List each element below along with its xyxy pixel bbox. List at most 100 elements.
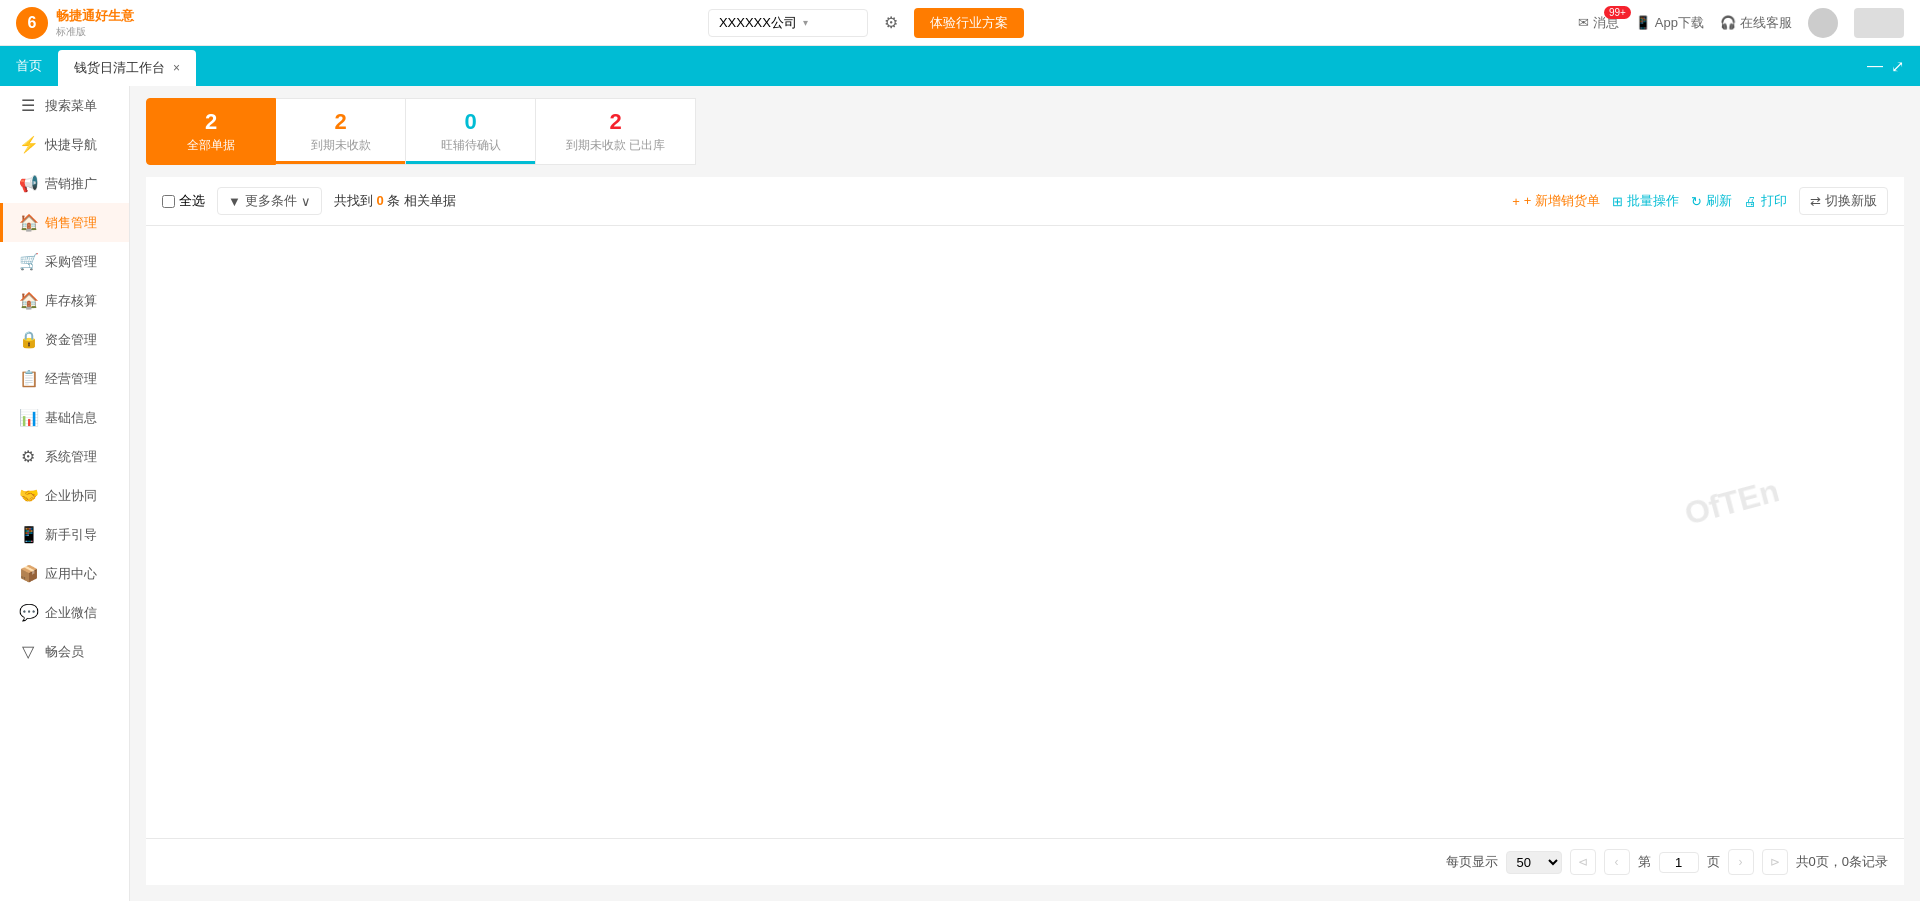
batch-operation-button[interactable]: ⊞ 批量操作 <box>1612 192 1679 210</box>
select-all-input[interactable] <box>162 195 175 208</box>
per-page-select[interactable]: 20 50 100 200 <box>1506 851 1562 874</box>
last-page-button[interactable]: ⊳ <box>1762 849 1788 875</box>
new-guide-icon: 📱 <box>19 525 37 544</box>
stat-tab-all[interactable]: 2 全部单据 <box>146 98 276 165</box>
toolbar: 全选 ▼ 更多条件 ∨ 共找到 0 条 相关单据 + + 新增销货单 <box>146 177 1904 226</box>
page-unit: 页 <box>1707 853 1720 871</box>
sidebar-label-quick-nav: 快捷导航 <box>45 136 97 154</box>
page-number-input[interactable] <box>1659 852 1699 873</box>
batch-label: 批量操作 <box>1627 192 1679 210</box>
sidebar-label-search-menu: 搜索菜单 <box>45 97 97 115</box>
stat-tab-wangwang[interactable]: 0 旺辅待确认 <box>406 98 536 165</box>
refresh-button[interactable]: ↻ 刷新 <box>1691 192 1732 210</box>
sidebar-item-new-guide[interactable]: 📱 新手引导 <box>0 515 129 554</box>
sidebar-item-inventory[interactable]: 🏠 库存核算 <box>0 281 129 320</box>
print-button[interactable]: 🖨 打印 <box>1744 192 1787 210</box>
switch-version-button[interactable]: ⇄ 切换新版 <box>1799 187 1888 215</box>
sidebar-item-base-info[interactable]: 📊 基础信息 <box>0 398 129 437</box>
stats-tabs: 2 全部单据 2 到期未收款 0 旺辅待确认 2 到期未收款 已出库 <box>130 86 1920 165</box>
message-icon: ✉ <box>1578 15 1589 30</box>
sidebar-label-enterprise-wechat: 企业微信 <box>45 604 97 622</box>
stat-count-overdue-unpaid: 2 <box>296 109 385 135</box>
enterprise-wechat-icon: 💬 <box>19 603 37 622</box>
prev-page-button[interactable]: ‹ <box>1604 849 1630 875</box>
logo-text: 畅捷通好生意 标准版 <box>56 7 134 39</box>
table-area <box>162 226 1888 838</box>
logo-title: 畅捷通好生意 <box>56 7 134 25</box>
tab-active[interactable]: 钱货日清工作台 × <box>58 50 196 86</box>
marketing-icon: 📢 <box>19 174 37 193</box>
app-download-button[interactable]: 📱 App下载 <box>1635 14 1704 32</box>
sidebar-item-quick-nav[interactable]: ⚡ 快捷导航 <box>0 125 129 164</box>
online-service-label: 在线客服 <box>1740 14 1792 32</box>
print-label: 打印 <box>1761 192 1787 210</box>
tab-maximize-icon[interactable]: ⤢ <box>1891 57 1904 76</box>
sidebar-label-base-info: 基础信息 <box>45 409 97 427</box>
first-page-button[interactable]: ⊲ <box>1570 849 1596 875</box>
sidebar-label-inventory: 库存核算 <box>45 292 97 310</box>
enterprise-coop-icon: 🤝 <box>19 486 37 505</box>
inventory-icon: 🏠 <box>19 291 37 310</box>
tab-home[interactable]: 首页 <box>0 46 58 86</box>
tab-minimize-icon[interactable]: — <box>1867 57 1883 75</box>
stat-count-overdue-not-shipped: 2 <box>556 109 675 135</box>
sidebar-item-system-mgmt[interactable]: ⚙ 系统管理 <box>0 437 129 476</box>
filter-label: 更多条件 <box>245 192 297 210</box>
message-button[interactable]: ✉ 消息 99+ <box>1578 14 1619 32</box>
purchase-mgmt-icon: 🛒 <box>19 252 37 271</box>
sidebar-item-enterprise-coop[interactable]: 🤝 企业协同 <box>0 476 129 515</box>
tab-home-label: 首页 <box>16 57 42 75</box>
sidebar-label-enterprise-coop: 企业协同 <box>45 487 97 505</box>
settings-button[interactable]: ⚙ <box>876 8 906 38</box>
sidebar-item-marketing[interactable]: 📢 营销推广 <box>0 164 129 203</box>
chevron-down-icon: ▾ <box>803 17 808 28</box>
sidebar-item-purchase-mgmt[interactable]: 🛒 采购管理 <box>0 242 129 281</box>
stat-label-overdue-unpaid: 到期未收款 <box>296 137 385 154</box>
sidebar-item-sales-mgmt[interactable]: 🏠 销售管理 <box>0 203 129 242</box>
switch-label: 切换新版 <box>1825 192 1877 210</box>
sidebar-item-vip-member[interactable]: ▽ 畅会员 <box>0 632 129 671</box>
refresh-icon: ↻ <box>1691 194 1702 209</box>
online-service-button[interactable]: 🎧 在线客服 <box>1720 14 1792 32</box>
app-icon: 📱 <box>1635 15 1651 30</box>
sales-mgmt-icon: 🏠 <box>19 213 37 232</box>
add-icon: + <box>1512 194 1520 209</box>
sidebar-item-capital-mgmt[interactable]: 🔒 资金管理 <box>0 320 129 359</box>
vip-member-icon: ▽ <box>19 642 37 661</box>
top-header: 6 畅捷通好生意 标准版 XXXXXX公司 ▾ ⚙ 体验行业方案 ✉ 消息 99… <box>0 0 1920 46</box>
sidebar-item-ops-mgmt[interactable]: 📋 经营管理 <box>0 359 129 398</box>
sidebar-item-enterprise-wechat[interactable]: 💬 企业微信 <box>0 593 129 632</box>
experience-button[interactable]: 体验行业方案 <box>914 8 1024 38</box>
content-area: 2 全部单据 2 到期未收款 0 旺辅待确认 2 到期未收款 已出库 <box>130 86 1920 901</box>
company-name: XXXXXX公司 <box>719 14 797 32</box>
sidebar-label-ops-mgmt: 经营管理 <box>45 370 97 388</box>
stat-tab-overdue-unpaid[interactable]: 2 到期未收款 <box>276 98 406 165</box>
tab-close-icon[interactable]: × <box>173 61 180 75</box>
sidebar: ☰ 搜索菜单 ⚡ 快捷导航 📢 营销推广 🏠 销售管理 🛒 采购管理 🏠 库存核… <box>0 86 130 901</box>
quick-nav-icon: ⚡ <box>19 135 37 154</box>
next-page-button[interactable]: › <box>1728 849 1754 875</box>
select-all-label: 全选 <box>179 192 205 210</box>
sidebar-item-search-menu[interactable]: ☰ 搜索菜单 <box>0 86 129 125</box>
sidebar-label-vip-member: 畅会员 <box>45 643 84 661</box>
select-all-checkbox[interactable]: 全选 <box>162 192 205 210</box>
sidebar-label-marketing: 营销推广 <box>45 175 97 193</box>
add-sales-order-button[interactable]: + + 新增销货单 <box>1512 192 1600 210</box>
found-count: 0 <box>377 193 384 208</box>
filter-button[interactable]: ▼ 更多条件 ∨ <box>217 187 322 215</box>
sidebar-label-system-mgmt: 系统管理 <box>45 448 97 466</box>
logo-area: 6 畅捷通好生意 标准版 <box>16 7 134 39</box>
avatar[interactable] <box>1808 8 1838 38</box>
header-right: ✉ 消息 99+ 📱 App下载 🎧 在线客服 <box>1578 8 1904 38</box>
tab-bar: 首页 钱货日清工作台 × — ⤢ <box>0 46 1920 86</box>
stat-count-all: 2 <box>167 109 255 135</box>
per-page-label: 每页显示 <box>1446 853 1498 871</box>
sidebar-item-app-center[interactable]: 📦 应用中心 <box>0 554 129 593</box>
logo-icon: 6 <box>16 7 48 39</box>
user-menu[interactable] <box>1854 8 1904 38</box>
company-selector[interactable]: XXXXXX公司 ▾ <box>708 9 868 37</box>
stat-tab-overdue-not-shipped[interactable]: 2 到期未收款 已出库 <box>536 98 696 165</box>
sidebar-label-new-guide: 新手引导 <box>45 526 97 544</box>
filter-icon: ▼ <box>228 194 241 209</box>
content-box: 全选 ▼ 更多条件 ∨ 共找到 0 条 相关单据 + + 新增销货单 <box>146 177 1904 838</box>
